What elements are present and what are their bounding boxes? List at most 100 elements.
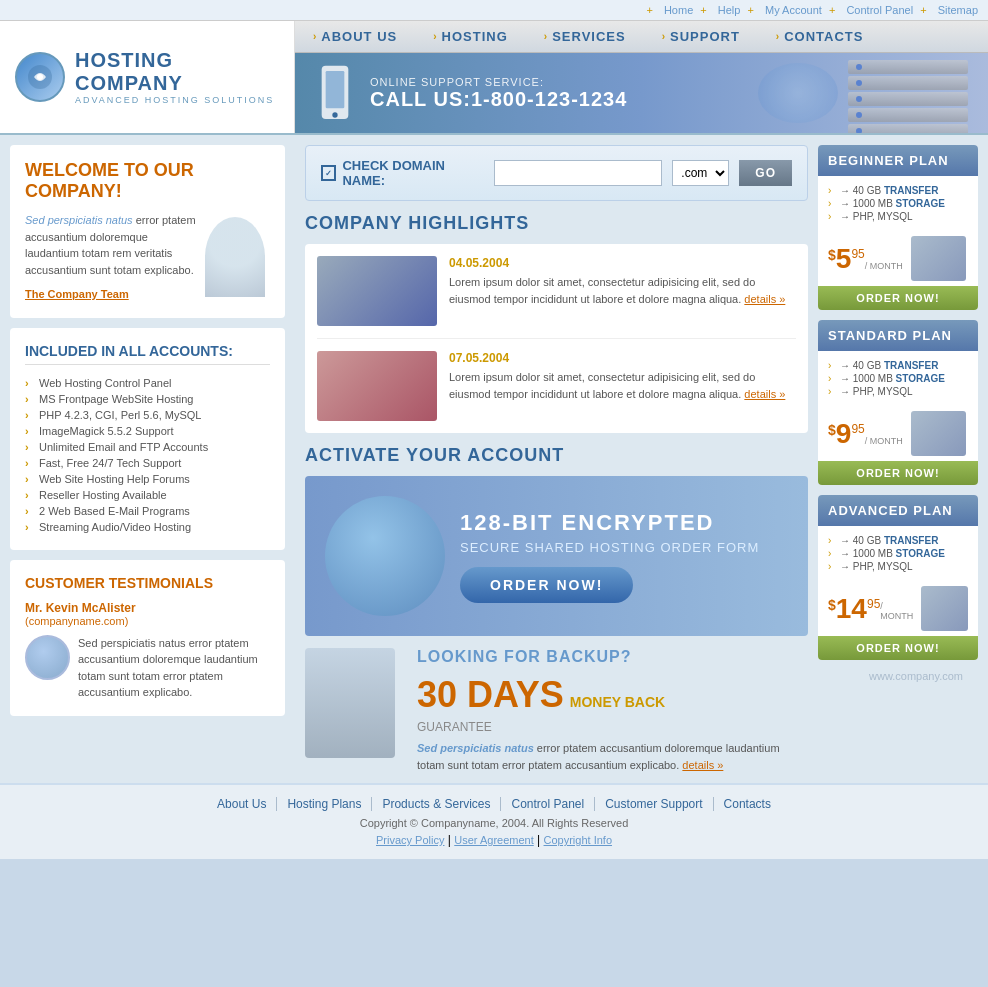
feat: → PHP, MYSQL <box>828 210 968 223</box>
phone-icon <box>315 63 355 123</box>
highlight-date-2: 07.05.2004 <box>449 351 796 365</box>
backup-text-highlight: Sed perspiciatis natus <box>417 742 534 754</box>
domain-label-text: CHECK DOMAIN NAME: <box>342 158 484 188</box>
nav-services[interactable]: › SERVICES <box>526 21 644 52</box>
svg-rect-3 <box>326 71 345 108</box>
activate-title: ACTIVATE YOUR ACCOUNT <box>305 445 808 466</box>
feat: → PHP, MYSQL <box>828 385 968 398</box>
highlight-item: 04.05.2004 Lorem ipsum dolor sit amet, c… <box>317 256 796 339</box>
footer-link-support[interactable]: Customer Support <box>595 797 713 811</box>
feat: → PHP, MYSQL <box>828 560 968 573</box>
footer-legal: Privacy Policy | User Agreement | Copyri… <box>12 833 976 847</box>
standard-plan-header: STANDARD PLAN <box>818 320 978 351</box>
domain-check: ✓ CHECK DOMAIN NAME: .com .net .org GO <box>305 145 808 201</box>
domain-tld-select[interactable]: .com .net .org <box>672 160 729 186</box>
topbar-link-myaccount[interactable]: My Account <box>765 4 822 16</box>
domain-icon: ✓ <box>321 165 336 181</box>
highlight-text-2: Lorem ipsum dolor sit amet, consectetur … <box>449 369 796 402</box>
advanced-plan-features: → 40 GB TRANSFER → 1000 MB STORAGE → PHP… <box>818 526 978 581</box>
center-content: ✓ CHECK DOMAIN NAME: .com .net .org GO C… <box>295 135 818 783</box>
privacy-policy-link[interactable]: Privacy Policy <box>376 834 444 846</box>
banner: ONLINE SUPPORT SERVICE: CALL US:1-800-12… <box>295 53 988 133</box>
activate-text: 128-BIT ENCRYPTED SECURE SHARED HOSTING … <box>460 510 759 603</box>
testimonial-text: Sed perspiciatis natus error ptatem accu… <box>78 635 270 701</box>
highlight-link-2[interactable]: details » <box>744 388 785 400</box>
topbar-link-sitemap[interactable]: Sitemap <box>938 4 978 16</box>
backup-image <box>305 648 405 758</box>
beginner-plan-features: → 40 GB TRANSFER → 1000 MB STORAGE → PHP… <box>818 176 978 231</box>
activate-image <box>325 496 445 616</box>
advanced-plan-price-area: $ 14 95 / MONTH <box>818 581 978 636</box>
logo-text: HOSTING COMPANY ADVANCED HOSTING SOLUTIO… <box>75 49 279 105</box>
svg-point-1 <box>37 74 43 80</box>
server-decoration <box>738 53 988 133</box>
topbar-link-help[interactable]: Help <box>718 4 741 16</box>
footer-link-about[interactable]: About Us <box>207 797 277 811</box>
footer-link-contacts[interactable]: Contacts <box>714 797 781 811</box>
list-item: Unlimited Email and FTP Accounts <box>25 439 270 455</box>
highlight-content-2: 07.05.2004 Lorem ipsum dolor sit amet, c… <box>449 351 796 421</box>
accounts-list: Web Hosting Control Panel MS Frontpage W… <box>25 375 270 535</box>
activate-order-button[interactable]: ORDER NOW! <box>460 567 633 603</box>
user-agreement-link[interactable]: User Agreement <box>454 834 533 846</box>
backup-days: 30 DAYS MONEY BACK <box>417 674 808 716</box>
footer-links: About Us Hosting Plans Products & Servic… <box>12 797 976 811</box>
footer-link-hosting[interactable]: Hosting Plans <box>277 797 372 811</box>
activate-box: 128-BIT ENCRYPTED SECURE SHARED HOSTING … <box>305 476 808 636</box>
list-item: Streaming Audio/Video Hosting <box>25 519 270 535</box>
accounts-box: INCLUDED IN ALL ACCOUNTS: Web Hosting Co… <box>10 328 285 550</box>
svg-point-4 <box>332 112 337 117</box>
backup-days-number: 30 DAYS <box>417 674 564 716</box>
list-item: Fast, Free 24/7 Tech Support <box>25 455 270 471</box>
list-item: ImageMagick 5.5.2 Support <box>25 423 270 439</box>
team-link[interactable]: The Company Team <box>25 286 200 303</box>
highlights-box: 04.05.2004 Lorem ipsum dolor sit amet, c… <box>305 244 808 433</box>
domain-input[interactable] <box>494 160 662 186</box>
welcome-body: Sed perspiciatis natus error ptatem accu… <box>25 212 270 303</box>
logo-icon <box>15 52 65 102</box>
nav-hosting[interactable]: › HOSTING <box>415 21 526 52</box>
advanced-plan-name: ADVANCED PLAN <box>828 503 968 518</box>
beginner-plan-price: $ 5 95 / MONTH <box>828 245 903 273</box>
advanced-plan-price: $ 14 95 / MONTH <box>828 595 913 623</box>
beginner-plan-price-area: $ 5 95 / MONTH <box>818 231 978 286</box>
standard-order-button[interactable]: ORDER NOW! <box>818 461 978 485</box>
person-silhouette <box>205 217 265 297</box>
nav-support[interactable]: › SUPPORT <box>644 21 758 52</box>
welcome-box: WELCOME TO OUR COMPANY! Sed perspiciatis… <box>10 145 285 318</box>
feat: → 40 GB TRANSFER <box>828 534 968 547</box>
advanced-order-button[interactable]: ORDER NOW! <box>818 636 978 660</box>
copyright-info-link[interactable]: Copyright Info <box>544 834 612 846</box>
activate-headline: 128-BIT ENCRYPTED <box>460 510 759 536</box>
footer-link-products[interactable]: Products & Services <box>372 797 501 811</box>
backup-details-link[interactable]: details » <box>682 759 723 771</box>
accounts-title: INCLUDED IN ALL ACCOUNTS: <box>25 343 270 365</box>
feat: → 1000 MB STORAGE <box>828 197 968 210</box>
domain-go-button[interactable]: GO <box>739 160 792 186</box>
highlights-title: COMPANY HIGHLIGHTS <box>305 213 808 234</box>
website-url: www.company.com <box>818 670 978 682</box>
banner-big: CALL US:1-800-123-1234 <box>370 88 627 111</box>
activate-subheadline: SECURE SHARED HOSTING ORDER FORM <box>460 540 759 555</box>
beginner-plan-header: BEGINNER PLAN <box>818 145 978 176</box>
feat: → 40 GB TRANSFER <box>828 359 968 372</box>
list-item: MS Frontpage WebSite Hosting <box>25 391 270 407</box>
beginner-server-image <box>911 236 966 281</box>
testimonials-box: CUSTOMER TESTIMONIALS Mr. Kevin McAliste… <box>10 560 285 716</box>
standard-server-image <box>911 411 966 456</box>
banner-small: ONLINE SUPPORT SERVICE: <box>370 76 627 88</box>
beginner-order-button[interactable]: ORDER NOW! <box>818 286 978 310</box>
footer-copyright: Copyright © Companyname, 2004. All Right… <box>12 817 976 829</box>
highlight-link-1[interactable]: details » <box>744 293 785 305</box>
footer-link-control[interactable]: Control Panel <box>501 797 595 811</box>
company-name: HOSTING COMPANY <box>75 49 279 95</box>
feat: → 1000 MB STORAGE <box>828 547 968 560</box>
bullet: + <box>646 4 652 16</box>
welcome-intro: Sed perspiciatis natus <box>25 214 133 226</box>
nav-about-us[interactable]: › ABOUT US <box>295 21 415 52</box>
topbar-link-home[interactable]: Home <box>664 4 693 16</box>
topbar-link-controlpanel[interactable]: Control Panel <box>846 4 913 16</box>
highlight-thumbnail-2 <box>317 351 437 421</box>
nav-contacts[interactable]: › CONTACTS <box>758 21 882 52</box>
welcome-text: Sed perspiciatis natus error ptatem accu… <box>25 212 200 303</box>
